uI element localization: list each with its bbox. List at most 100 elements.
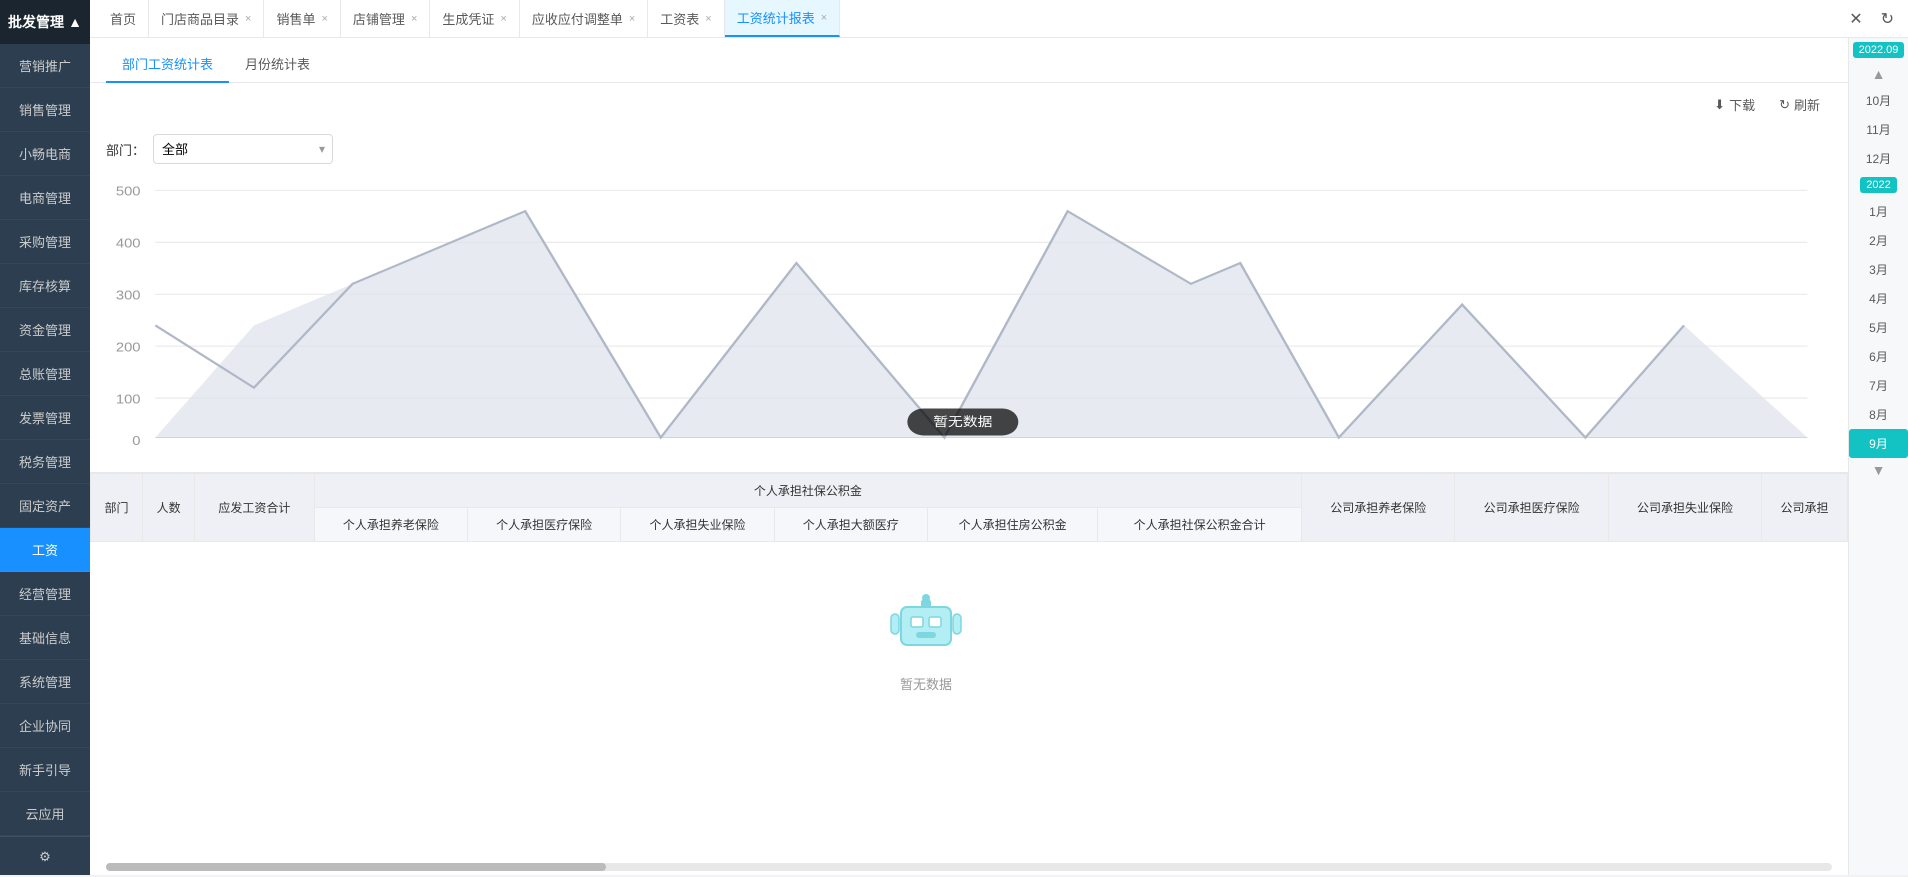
- col-dept: 部门: [91, 474, 143, 542]
- refresh-tab-icon[interactable]: ↻: [1875, 7, 1900, 31]
- tab-label-3: 店铺管理: [353, 9, 405, 28]
- timeline-month-7[interactable]: 7月: [1849, 371, 1908, 400]
- svg-text:500: 500: [116, 185, 141, 199]
- tab-close-4[interactable]: ×: [500, 13, 506, 25]
- tab-close-2[interactable]: ×: [321, 13, 327, 25]
- sidebar-item-4[interactable]: 采购管理: [0, 220, 90, 264]
- tab-close-7[interactable]: ×: [821, 12, 827, 24]
- col-count: 人数: [143, 474, 195, 542]
- timeline-month-5[interactable]: 5月: [1849, 313, 1908, 342]
- sidebar-item-1[interactable]: 销售管理: [0, 88, 90, 132]
- tab-item-7[interactable]: 工资统计报表 ×: [725, 0, 840, 37]
- col-personal-housing: 个人承担住房公积金: [927, 508, 1097, 542]
- filter-row: 部门： 全部 部门A 部门B: [90, 126, 1848, 172]
- tab-item-4[interactable]: 生成凭证×: [430, 0, 519, 37]
- timeline-month-2[interactable]: 2月: [1849, 226, 1908, 255]
- sidebar-item-13[interactable]: 基础信息: [0, 616, 90, 660]
- sidebar-items: 营销推广销售管理小畅电商电商管理采购管理库存核算资金管理总账管理发票管理税务管理…: [0, 44, 90, 836]
- subtab-1[interactable]: 月份统计表: [229, 46, 326, 83]
- timeline-month-9[interactable]: 9月: [1849, 429, 1908, 458]
- download-button[interactable]: ⬇ 下载: [1702, 91, 1767, 118]
- col-personal-total: 个人承担社保公积金合计: [1098, 508, 1302, 542]
- stats-table: 部门 人数 应发工资合计 个人承担社保公积金 公司承担养老保险 公司承担医疗保险…: [90, 473, 1848, 733]
- sidebar-item-2[interactable]: 小畅电商: [0, 132, 90, 176]
- settings-icon: ⚙: [39, 849, 51, 864]
- sidebar-item-16[interactable]: 新手引导: [0, 748, 90, 792]
- timeline-year-label[interactable]: 2022.09: [1853, 42, 1905, 58]
- sidebar-item-10[interactable]: 固定资产: [0, 484, 90, 528]
- sidebar-item-14[interactable]: 系统管理: [0, 660, 90, 704]
- refresh-label: 刷新: [1794, 95, 1820, 114]
- sidebar-header-label: 批发管理: [8, 12, 64, 32]
- tab-item-2[interactable]: 销售单×: [264, 0, 340, 37]
- timeline-month-12[interactable]: 12月: [1849, 144, 1908, 173]
- horizontal-scrollbar[interactable]: [106, 863, 1832, 871]
- sidebar-item-12[interactable]: 经营管理: [0, 572, 90, 616]
- tab-item-6[interactable]: 工资表×: [648, 0, 724, 37]
- tabs-container: 首页门店商品目录×销售单×店铺管理×生成凭证×应收应付调整单×工资表×工资统计报…: [98, 0, 1843, 37]
- dept-select-wrapper: 全部 部门A 部门B: [153, 134, 333, 164]
- timeline-month-8[interactable]: 8月: [1849, 400, 1908, 429]
- settings-button[interactable]: ⚙: [0, 836, 90, 877]
- subtabs-container: 部门工资统计表月份统计表: [106, 46, 326, 82]
- timeline-month-11[interactable]: 11月: [1849, 115, 1908, 144]
- timeline-month-4[interactable]: 4月: [1849, 284, 1908, 313]
- timeline-year-2022[interactable]: 2022: [1860, 177, 1896, 193]
- tab-close-1[interactable]: ×: [245, 13, 251, 25]
- refresh-button[interactable]: ↻ 刷新: [1767, 91, 1832, 118]
- col-total-salary: 应发工资合计: [195, 474, 315, 542]
- svg-text:100: 100: [116, 392, 141, 406]
- svg-text:0: 0: [132, 434, 141, 448]
- scrollbar-thumb[interactable]: [106, 863, 606, 871]
- col-group-personal: 个人承担社保公积金: [314, 474, 1301, 508]
- tab-label-7: 工资统计报表: [737, 8, 815, 27]
- tab-end-buttons: ✕ ↻: [1843, 7, 1900, 31]
- timeline-month-3[interactable]: 3月: [1849, 255, 1908, 284]
- sidebar-item-0[interactable]: 营销推广: [0, 44, 90, 88]
- timeline-month-10[interactable]: 10月: [1849, 86, 1908, 115]
- svg-text:300: 300: [116, 288, 141, 302]
- tab-close-5[interactable]: ×: [629, 13, 635, 25]
- sidebar-item-3[interactable]: 电商管理: [0, 176, 90, 220]
- col-personal-medical: 个人承担医疗保险: [467, 508, 620, 542]
- sidebar-header[interactable]: 批发管理 ▲: [0, 0, 90, 44]
- main-area: 首页门店商品目录×销售单×店铺管理×生成凭证×应收应付调整单×工资表×工资统计报…: [90, 0, 1908, 875]
- dept-select[interactable]: 全部 部门A 部门B: [153, 134, 333, 164]
- tab-item-0[interactable]: 首页: [98, 0, 149, 37]
- timeline-arrow-down[interactable]: ▼: [1868, 458, 1890, 482]
- sidebar-collapse-icon[interactable]: ▲: [68, 14, 82, 30]
- chart-svg: 500 400 300 200 100 0: [106, 180, 1832, 450]
- download-label: 下载: [1729, 95, 1755, 114]
- col-company-pension: 公司承担养老保险: [1302, 474, 1455, 542]
- tab-item-1[interactable]: 门店商品目录×: [149, 0, 264, 37]
- timeline-arrow-up[interactable]: ▲: [1868, 62, 1890, 86]
- timeline-panel: 2022.09 ▲ 10月 11月 12月 2022 1月 2月 3月 4月 5…: [1848, 38, 1908, 875]
- col-company-medical: 公司承担医疗保险: [1455, 474, 1608, 542]
- svg-text:暂无数据: 暂无数据: [933, 415, 992, 429]
- tab-close-3[interactable]: ×: [411, 13, 417, 25]
- sidebar-item-15[interactable]: 企业协同: [0, 704, 90, 748]
- svg-text:400: 400: [116, 237, 141, 251]
- download-icon: ⬇: [1714, 97, 1725, 113]
- tab-item-5[interactable]: 应收应付调整单×: [520, 0, 648, 37]
- col-personal-unemployment: 个人承担失业保险: [621, 508, 774, 542]
- tab-item-3[interactable]: 店铺管理 ×: [341, 0, 430, 37]
- sidebar-item-5[interactable]: 库存核算: [0, 264, 90, 308]
- sidebar-item-7[interactable]: 总账管理: [0, 352, 90, 396]
- sidebar-item-11[interactable]: 工资: [0, 528, 90, 572]
- toolbar: ⬇ 下载 ↻ 刷新: [90, 83, 1848, 126]
- col-personal-bigmedical: 个人承担大额医疗: [774, 508, 927, 542]
- close-all-icon[interactable]: ✕: [1843, 7, 1868, 31]
- sidebar-item-6[interactable]: 资金管理: [0, 308, 90, 352]
- timeline-month-6[interactable]: 6月: [1849, 342, 1908, 371]
- timeline-month-1[interactable]: 1月: [1849, 197, 1908, 226]
- refresh-icon: ↻: [1779, 97, 1790, 113]
- sidebar-item-17[interactable]: 云应用: [0, 792, 90, 836]
- subtab-0[interactable]: 部门工资统计表: [106, 46, 229, 83]
- tab-close-6[interactable]: ×: [705, 13, 711, 25]
- sidebar-item-8[interactable]: 发票管理: [0, 396, 90, 440]
- chart-area: 500 400 300 200 100 0: [90, 172, 1848, 472]
- sidebar-item-9[interactable]: 税务管理: [0, 440, 90, 484]
- empty-state: 暂无数据: [91, 542, 1762, 733]
- empty-row: 暂无数据: [91, 542, 1848, 734]
